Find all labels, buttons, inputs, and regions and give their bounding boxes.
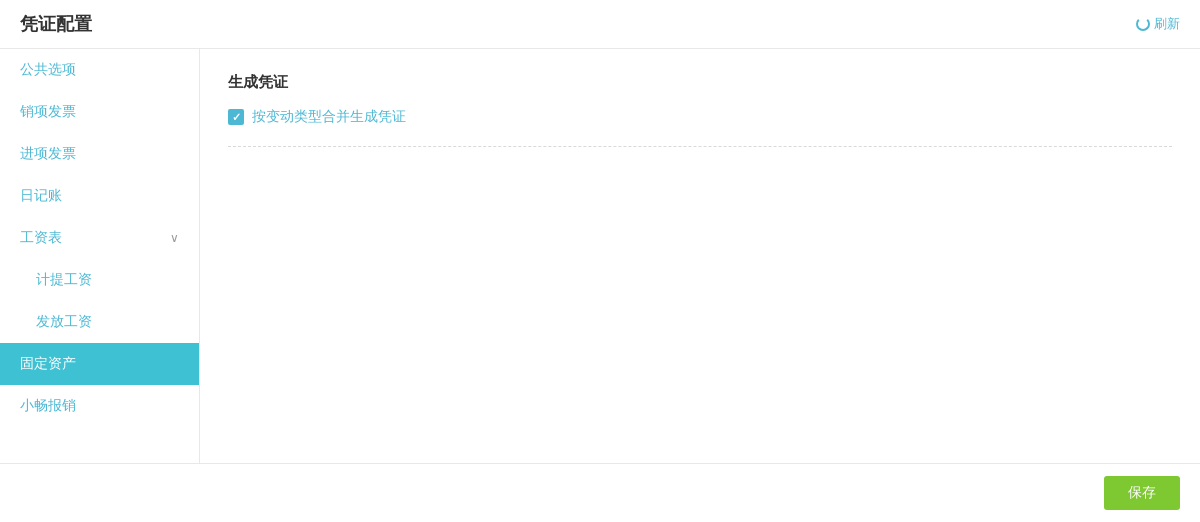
sidebar-item-payroll-table[interactable]: 工资表 ∨ (0, 217, 199, 259)
check-mark-icon: ✓ (232, 112, 241, 123)
sidebar-item-label: 公共选项 (20, 61, 76, 79)
sidebar-item-journal[interactable]: 日记账 (0, 175, 199, 217)
sidebar-item-fixed-assets[interactable]: 固定资产 (0, 343, 199, 385)
refresh-icon (1136, 17, 1150, 31)
checkbox-row: ✓ 按变动类型合并生成凭证 (228, 108, 1172, 126)
section-divider (228, 146, 1172, 147)
content-area: 生成凭证 ✓ 按变动类型合并生成凭证 (200, 49, 1200, 463)
sidebar-item-sales-invoice[interactable]: 销项发票 (0, 91, 199, 133)
sidebar: 公共选项销项发票进项发票日记账工资表 ∨ 计提工资发放工资固定资产小畅报销 (0, 49, 200, 463)
section-title: 生成凭证 (228, 73, 1172, 92)
refresh-button[interactable]: 刷新 (1136, 15, 1180, 33)
refresh-label: 刷新 (1154, 15, 1180, 33)
header: 凭证配置 刷新 (0, 0, 1200, 49)
page-title: 凭证配置 (20, 12, 92, 36)
sidebar-item-purchase-invoice[interactable]: 进项发票 (0, 133, 199, 175)
sidebar-item-expense-reimbursement[interactable]: 小畅报销 (0, 385, 199, 427)
sidebar-item-label: 计提工资 (36, 271, 92, 289)
save-button[interactable]: 保存 (1104, 476, 1180, 510)
sidebar-item-label: 日记账 (20, 187, 62, 205)
merge-checkbox[interactable]: ✓ (228, 109, 244, 125)
sidebar-item-label: 小畅报销 (20, 397, 76, 415)
page-container: 凭证配置 刷新 公共选项销项发票进项发票日记账工资表 ∨ 计提工资发放工资固定资产小… (0, 0, 1200, 522)
sidebar-item-label: 工资表 (20, 229, 62, 247)
sidebar-item-label: 进项发票 (20, 145, 76, 163)
chevron-down-icon: ∨ (170, 231, 179, 245)
sidebar-item-public-options[interactable]: 公共选项 (0, 49, 199, 91)
sidebar-item-label: 销项发票 (20, 103, 76, 121)
sidebar-item-calculate-salary[interactable]: 计提工资 (0, 259, 199, 301)
main-layout: 公共选项销项发票进项发票日记账工资表 ∨ 计提工资发放工资固定资产小畅报销 生成凭证… (0, 49, 1200, 463)
footer: 保存 (0, 463, 1200, 522)
sidebar-item-label: 发放工资 (36, 313, 92, 331)
sidebar-item-pay-salary[interactable]: 发放工资 (0, 301, 199, 343)
sidebar-item-label: 固定资产 (20, 355, 76, 373)
checkbox-label[interactable]: 按变动类型合并生成凭证 (252, 108, 406, 126)
